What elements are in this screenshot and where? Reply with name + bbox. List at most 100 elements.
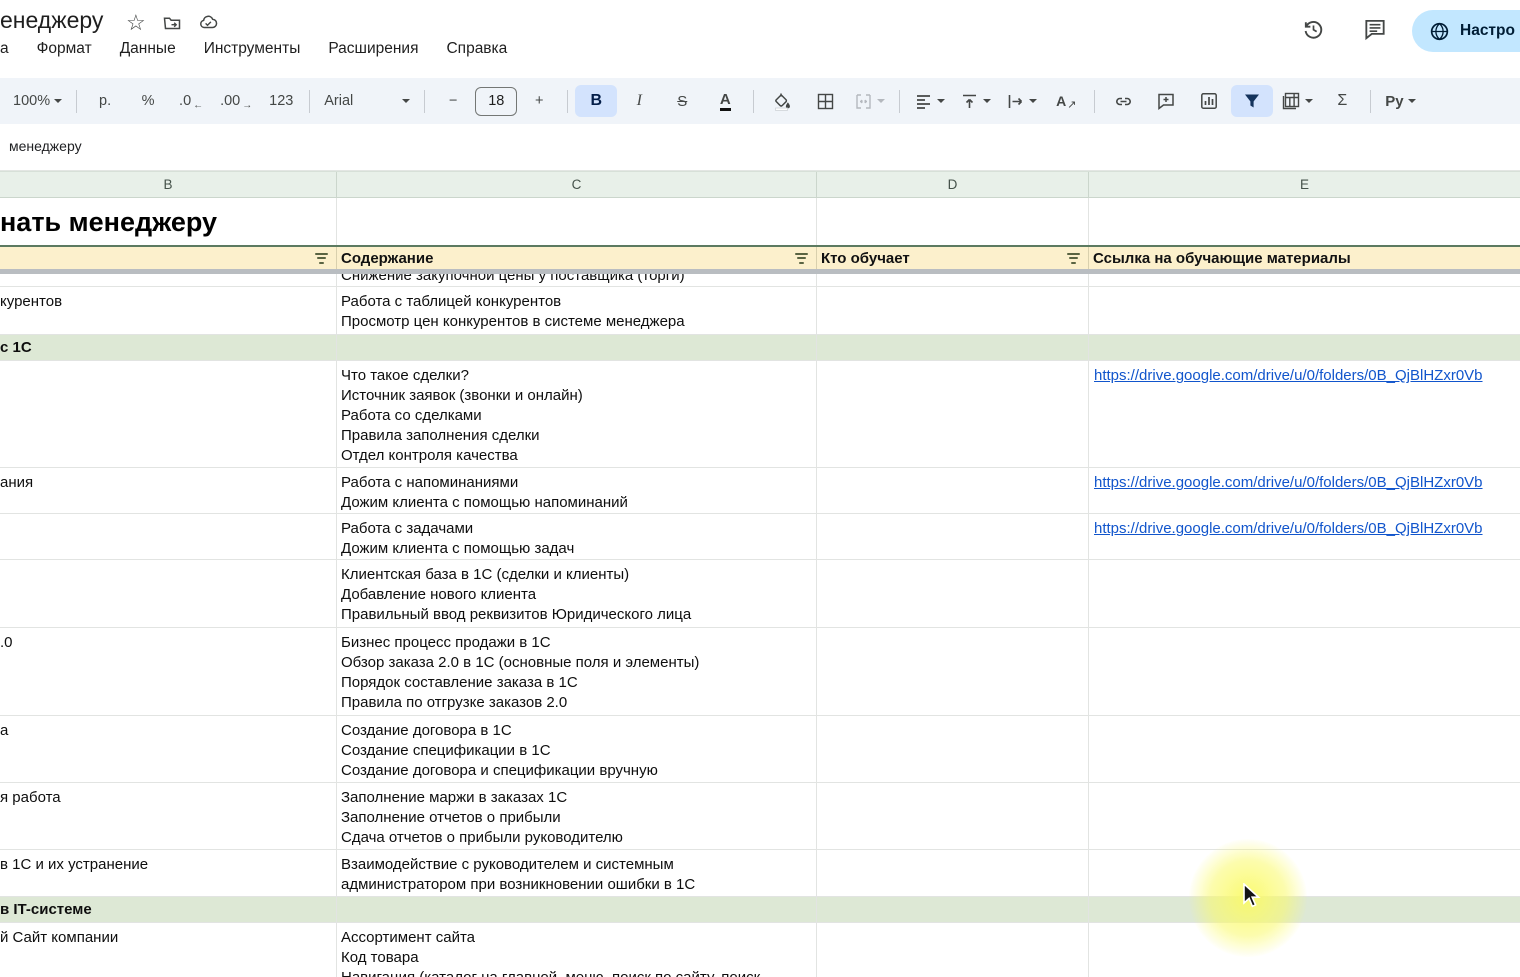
cell[interactable]	[1089, 628, 1520, 715]
increase-font-size-button[interactable]: +	[518, 85, 560, 117]
functions-button[interactable]: Σ	[1321, 85, 1363, 117]
col-header-d[interactable]: D	[817, 172, 1089, 197]
text-color-button[interactable]: A	[704, 85, 746, 117]
cell[interactable]	[817, 897, 1089, 922]
drive-link[interactable]: https://drive.google.com/drive/u/0/folde…	[1089, 366, 1483, 386]
bold-button[interactable]: B	[575, 85, 618, 117]
cell[interactable]	[817, 716, 1089, 782]
insert-link-button[interactable]	[1102, 85, 1144, 117]
cell[interactable]: Снижение закупочной цены у поставщика (т…	[337, 274, 817, 286]
cell[interactable]	[0, 514, 337, 559]
filter-button-icon[interactable]	[1067, 252, 1080, 264]
italic-button[interactable]: I	[618, 85, 660, 117]
cell[interactable]: Заполнение маржи в заказах 1С Заполнение…	[337, 783, 817, 849]
text-wrap-button[interactable]	[999, 85, 1044, 117]
cloud-status-icon[interactable]	[198, 13, 219, 33]
text-rotation-button[interactable]: A ↗	[1045, 85, 1087, 117]
cell[interactable]: https://drive.google.com/drive/u/0/folde…	[1089, 514, 1520, 559]
menu-item-partial[interactable]: а	[0, 40, 9, 58]
cell[interactable]	[0, 361, 337, 467]
header-cell-content[interactable]: Содержание	[337, 247, 817, 269]
cell[interactable]: нать менеджеру	[0, 198, 337, 245]
col-header-e[interactable]: E	[1089, 172, 1520, 197]
cell[interactable]: ания	[0, 468, 337, 513]
cell[interactable]	[817, 783, 1089, 849]
insert-comment-button[interactable]	[1145, 85, 1187, 117]
cell[interactable]: Работа с таблицей конкурентов Просмотр ц…	[337, 287, 817, 334]
cell[interactable]: Работа с напоминаниями Дожим клиента с п…	[337, 468, 817, 513]
col-header-b[interactable]: B	[0, 172, 337, 197]
cell[interactable]: Создание договора в 1С Создание специфик…	[337, 716, 817, 782]
cell[interactable]: Клиентская база в 1С (сделки и клиенты) …	[337, 560, 817, 627]
cell[interactable]: а	[0, 716, 337, 782]
filter-button-icon[interactable]	[315, 252, 328, 264]
horizontal-align-button[interactable]	[907, 85, 952, 117]
cell[interactable]	[817, 274, 1089, 286]
cell[interactable]	[817, 628, 1089, 715]
cell[interactable]	[1089, 335, 1520, 360]
font-size-input[interactable]: 18	[475, 86, 518, 116]
menu-item-format[interactable]: Формат	[37, 40, 92, 58]
cell[interactable]	[337, 897, 817, 922]
menu-item-data[interactable]: Данные	[120, 40, 176, 58]
borders-button[interactable]	[804, 85, 846, 117]
cell[interactable]	[337, 198, 817, 245]
cell[interactable]	[1089, 850, 1520, 896]
cell[interactable]	[337, 335, 817, 360]
merge-cells-button[interactable]	[847, 85, 892, 117]
menu-item-tools[interactable]: Инструменты	[204, 40, 301, 58]
cell[interactable]: Ассортимент сайта Код товара Навигация (…	[337, 923, 817, 977]
cell[interactable]	[817, 198, 1089, 245]
vertical-align-button[interactable]	[953, 85, 998, 117]
history-icon[interactable]	[1300, 16, 1327, 43]
more-formats-button[interactable]: 123	[260, 85, 302, 117]
formula-bar[interactable]: менеджеру	[0, 124, 1520, 171]
increase-decimal-button[interactable]: .00 →	[213, 85, 259, 117]
insert-chart-button[interactable]	[1188, 85, 1230, 117]
cell[interactable]	[1089, 198, 1520, 245]
menu-item-extensions[interactable]: Расширения	[328, 40, 418, 58]
fill-color-button[interactable]	[761, 85, 803, 117]
header-cell-link[interactable]: Ссылка на обучающие материалы	[1089, 247, 1520, 269]
cell[interactable]	[817, 923, 1089, 977]
cell[interactable]: Бизнес процесс продажи в 1С Обзор заказа…	[337, 628, 817, 715]
cell[interactable]	[817, 361, 1089, 467]
cell[interactable]: с 1С	[0, 335, 337, 360]
cell[interactable]: https://drive.google.com/drive/u/0/folde…	[1089, 361, 1520, 467]
share-button[interactable]: Настро	[1412, 10, 1520, 52]
cell[interactable]	[817, 850, 1089, 896]
strikethrough-button[interactable]: S	[661, 85, 703, 117]
decrease-font-size-button[interactable]: −	[432, 85, 474, 117]
zoom-control[interactable]: 100%	[6, 85, 69, 117]
menu-item-help[interactable]: Справка	[446, 40, 507, 58]
cell[interactable]: в 1С и их устранение	[0, 850, 337, 896]
move-folder-icon[interactable]	[162, 13, 182, 33]
drive-link[interactable]: https://drive.google.com/drive/u/0/folde…	[1089, 519, 1483, 539]
cell[interactable]: й Сайт компании	[0, 923, 337, 977]
cell[interactable]	[1089, 923, 1520, 977]
cell[interactable]	[817, 287, 1089, 334]
header-cell-who[interactable]: Кто обучает	[817, 247, 1089, 269]
cell[interactable]: Что такое сделки? Источник заявок (звонк…	[337, 361, 817, 467]
star-icon[interactable]: ☆	[126, 12, 146, 34]
currency-format-button[interactable]: p.	[84, 85, 126, 117]
header-cell-b[interactable]	[0, 247, 337, 269]
cell[interactable]	[1089, 716, 1520, 782]
cell[interactable]: https://drive.google.com/drive/u/0/folde…	[1089, 468, 1520, 513]
cell[interactable]	[817, 468, 1089, 513]
cell[interactable]	[0, 560, 337, 627]
cell[interactable]	[1089, 783, 1520, 849]
cell[interactable]	[817, 514, 1089, 559]
create-filter-button[interactable]	[1231, 85, 1274, 117]
drive-link[interactable]: https://drive.google.com/drive/u/0/folde…	[1089, 473, 1483, 493]
cell[interactable]: курентов	[0, 287, 337, 334]
decrease-decimal-button[interactable]: .0 ←	[170, 85, 212, 117]
comment-history-icon[interactable]	[1362, 16, 1388, 42]
font-name-select[interactable]: Arial	[317, 85, 417, 117]
cell[interactable]: Работа с задачами Дожим клиента с помощь…	[337, 514, 817, 559]
cell[interactable]: я работа	[0, 783, 337, 849]
filter-views-button[interactable]	[1274, 85, 1320, 117]
cell[interactable]: в IT-системе	[0, 897, 337, 922]
cell[interactable]	[1089, 560, 1520, 627]
percent-format-button[interactable]: %	[127, 85, 169, 117]
